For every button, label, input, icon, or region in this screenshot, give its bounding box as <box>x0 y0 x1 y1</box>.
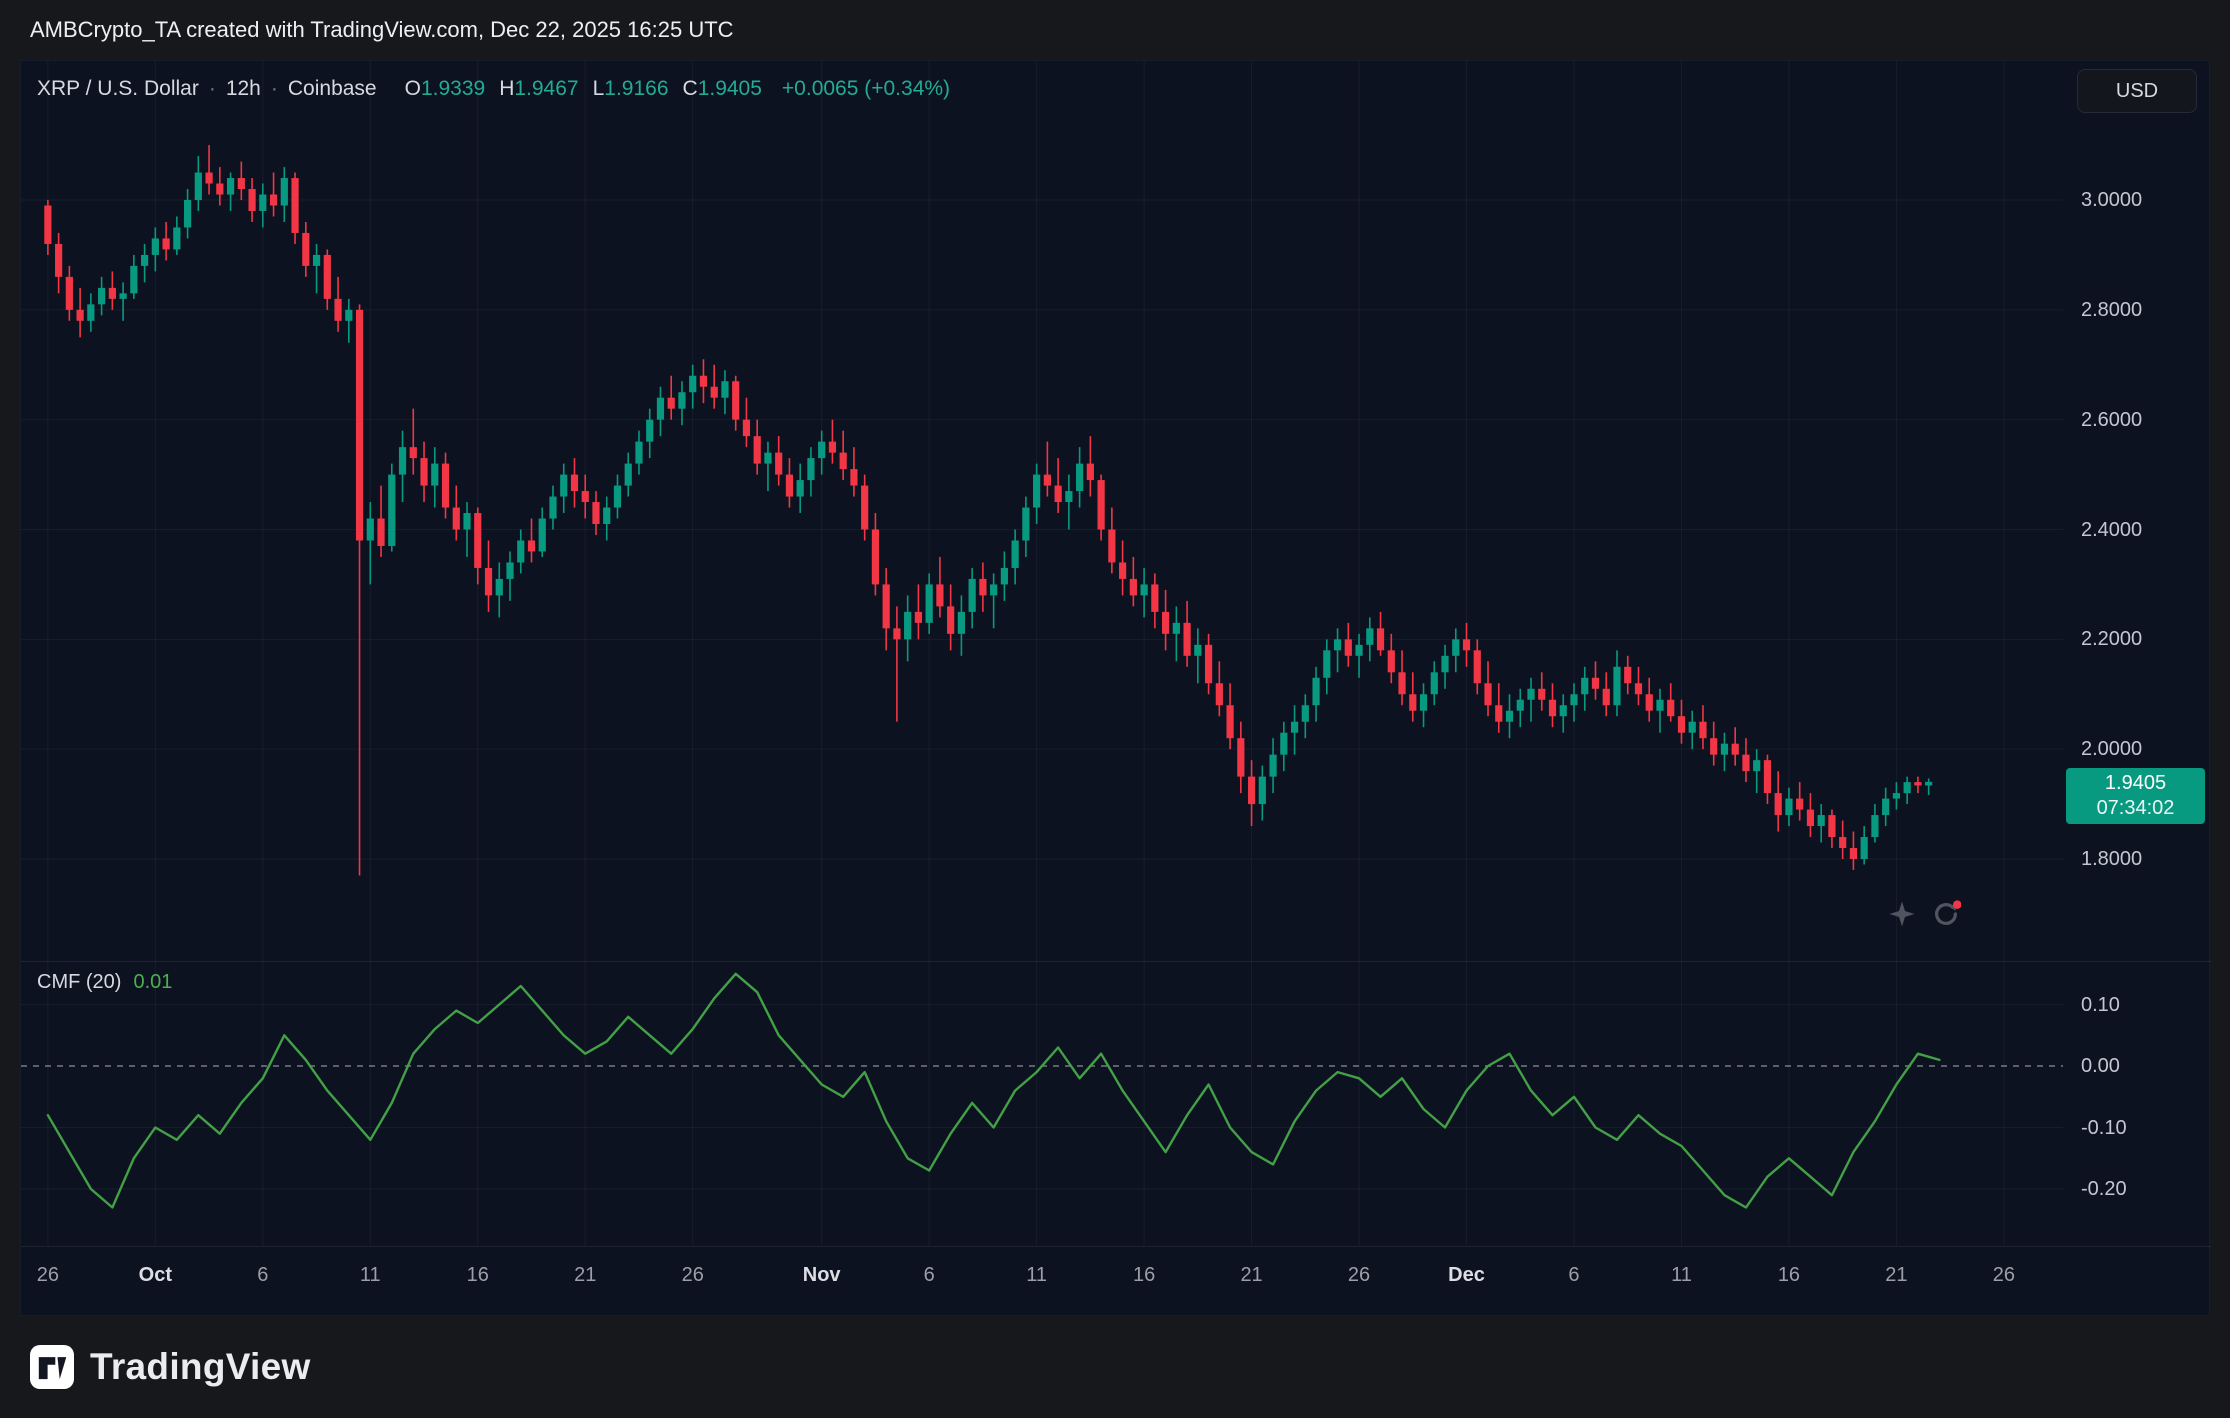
indicator-scale-label: 0.10 <box>2081 993 2120 1016</box>
time-axis-label: 26 <box>36 1264 59 1286</box>
legend-separator: · <box>208 77 216 100</box>
time-axis-label: 16 <box>466 1264 489 1286</box>
interval-label[interactable]: 12h <box>226 77 261 101</box>
current-price-badge: 1.9405 07:34:02 <box>2066 767 2205 824</box>
time-axis[interactable]: 26 Oct 6 11 16 21 26 Nov 6 11 16 21 26 Dec 6 11 16 21 26 <box>21 1246 2211 1316</box>
time-axis-label: 21 <box>1240 1264 1263 1286</box>
time-axis-label: 11 <box>1671 1264 1692 1286</box>
open-label: O <box>404 77 421 100</box>
chart-canvas[interactable] <box>21 61 2211 1317</box>
time-axis-label: 26 <box>1992 1264 2015 1286</box>
time-axis-label: 11 <box>359 1264 381 1286</box>
price-scale-label: 2.6000 <box>2081 408 2143 431</box>
indicator-legend: CMF (20) 0.01 <box>37 971 172 994</box>
symbol-name[interactable]: XRP / U.S. Dollar <box>37 77 199 101</box>
time-axis-label: 16 <box>1777 1264 1801 1286</box>
tradingview-logo-text[interactable]: TradingView <box>90 1346 311 1388</box>
time-axis-label: 16 <box>1132 1264 1156 1286</box>
time-axis-month-label: Nov <box>802 1264 841 1286</box>
indicator-scale-label: -0.10 <box>2081 1116 2127 1139</box>
high-value: 1.9467 <box>514 77 579 100</box>
price-scale-label: 2.8000 <box>2081 298 2143 321</box>
price-scale-label: 2.4000 <box>2081 518 2143 541</box>
indicator-name[interactable]: CMF (20) <box>37 971 121 994</box>
price-scale[interactable]: 1.9405 07:34:02 3.0000 2.8000 2.6000 2.4000… <box>2063 61 2211 1246</box>
close-label: C <box>682 77 698 100</box>
exchange-label[interactable]: Coinbase <box>288 77 377 101</box>
time-axis-label: 26 <box>1347 1264 1371 1286</box>
sparkle-icon[interactable] <box>1887 899 1917 929</box>
time-axis-month-label: Oct <box>138 1264 172 1286</box>
chart-panel: XRP / U.S. Dollar · 12h · Coinbase O 1.93… <box>20 60 2211 1317</box>
bar-countdown: 07:34:02 <box>2096 796 2175 819</box>
low-label: L <box>592 77 605 100</box>
legend-separator: · <box>270 77 278 100</box>
currency-toggle-button[interactable]: USD <box>2077 69 2197 113</box>
time-axis-label: 6 <box>923 1264 935 1286</box>
time-axis-label: 6 <box>257 1264 269 1286</box>
indicator-value: 0.01 <box>133 971 173 993</box>
low-value: 1.9166 <box>604 77 669 100</box>
indicator-scale-label: -0.20 <box>2081 1178 2127 1200</box>
footer: TradingView <box>0 1316 2230 1418</box>
tradingview-logo-icon[interactable] <box>30 1345 74 1389</box>
time-axis-label: 21 <box>574 1264 597 1286</box>
price-scale-label: 2.2000 <box>2081 628 2143 651</box>
quick-actions <box>1887 899 1962 929</box>
open-value: 1.9339 <box>420 77 486 100</box>
attribution-text: AMBCrypto_TA created with TradingView.co… <box>30 17 734 42</box>
attribution-bar: AMBCrypto_TA created with TradingView.co… <box>0 0 2230 60</box>
time-axis-label: 6 <box>1568 1264 1580 1286</box>
refresh-icon[interactable] <box>1931 899 1962 929</box>
price-scale-label: 2.0000 <box>2081 738 2143 761</box>
price-scale-label: 1.8000 <box>2081 848 2143 870</box>
price-scale-label: 3.0000 <box>2081 189 2143 211</box>
ohlc-readout: O 1.9339 H 1.9467 L 1.9166 C 1.9405 <box>395 77 762 101</box>
time-axis-label: 21 <box>1885 1264 1908 1286</box>
time-axis-label: 26 <box>681 1264 704 1286</box>
high-label: H <box>499 77 515 100</box>
close-value: 1.9405 <box>697 77 762 100</box>
current-price: 1.9405 <box>2104 771 2167 794</box>
time-axis-month-label: Dec <box>1448 1264 1485 1286</box>
chart-legend: XRP / U.S. Dollar · 12h · Coinbase O 1.93… <box>37 77 950 101</box>
time-axis-label: 11 <box>1026 1264 1048 1286</box>
indicator-scale-label: 0.00 <box>2081 1055 2120 1077</box>
change-value: +0.0065 (+0.34%) <box>781 77 951 100</box>
